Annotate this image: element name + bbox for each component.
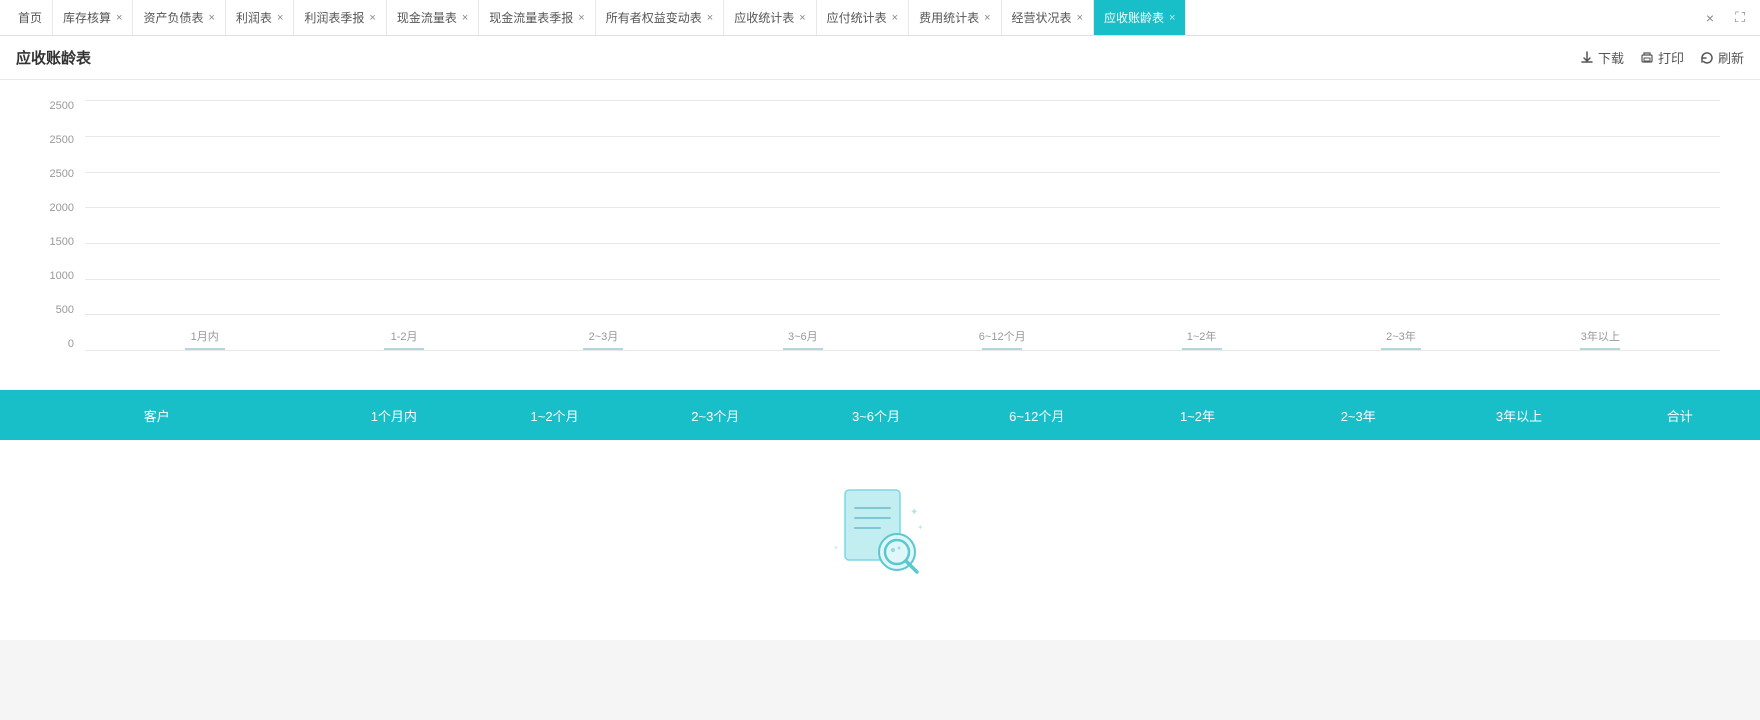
y-label-500: 500 [56,304,74,316]
download-icon [1580,51,1594,65]
tab-bar: 首页 库存核算 × 资产负债表 × 利润表 × 利润表季报 × 现金流量表 × … [0,0,1760,36]
y-label-2500c: 2500 [50,168,74,180]
download-button[interactable]: 下载 [1580,48,1624,67]
svg-text:✦: ✦ [910,507,918,518]
y-label-2500b: 2500 [50,134,74,146]
tab-close-expense-stats[interactable]: × [984,12,990,24]
tab-bar-actions: × ⛶ [1698,6,1752,30]
y-label-1500: 1500 [50,236,74,248]
th-2-3year: 2~3年 [1278,406,1439,425]
y-label-2500a: 2500 [50,100,74,112]
y-label-2000: 2000 [50,202,74,214]
tab-close-profit-quarterly[interactable]: × [369,12,375,24]
tab-expense-stats[interactable]: 费用统计表 × [909,0,1001,36]
page-header: 应收账龄表 下载 打印 刷新 [0,36,1760,80]
x-label-2-3月: 2~3月 [578,328,628,344]
chart-area: 2500 2500 2500 2000 1500 1000 500 0 [0,80,1760,390]
x-label-1月内: 1月内 [180,328,230,344]
th-2-3month: 2~3个月 [635,406,796,425]
tab-close-cashflow-quarterly[interactable]: × [578,12,584,24]
svg-text:✦: ✦ [917,523,924,532]
tab-balance-sheet[interactable]: 资产负债表 × [133,0,225,36]
tab-ar-stats[interactable]: 应收统计表 × [724,0,816,36]
tab-equity[interactable]: 所有者权益变动表 × [596,0,724,36]
tab-close-ap-stats[interactable]: × [892,12,898,24]
th-1month: 1个月内 [313,406,474,425]
tab-operations[interactable]: 经营状况表 × [1002,0,1094,36]
th-total: 合计 [1599,406,1760,425]
y-label-0: 0 [68,338,74,350]
window-close-button[interactable]: × [1698,6,1722,30]
bars-container [85,100,1720,350]
svg-text:✦: ✦ [833,544,839,552]
x-label-1-2年: 1~2年 [1177,328,1227,344]
tab-close-inventory[interactable]: × [116,12,122,24]
tab-close-balance-sheet[interactable]: × [208,12,214,24]
x-label-2-3年: 2~3年 [1376,328,1426,344]
th-6-12month: 6~12个月 [956,406,1117,425]
main-content: 2500 2500 2500 2000 1500 1000 500 0 [0,80,1760,640]
tab-cashflow-quarterly[interactable]: 现金流量表季报 × [479,0,595,36]
x-label-6-12月: 6~12个月 [977,328,1027,344]
th-1-2year: 1~2年 [1117,406,1278,425]
print-icon [1640,51,1654,65]
x-label-3-6月: 3~6月 [778,328,828,344]
tab-ap-stats[interactable]: 应付统计表 × [817,0,909,36]
window-maximize-button[interactable]: ⛶ [1728,6,1752,30]
tab-close-profit-loss[interactable]: × [277,12,283,24]
tab-close-equity[interactable]: × [707,12,713,24]
empty-state: ✦ ✦ ✦ [0,440,1760,640]
x-axis: 1月内 1-2月 2~3月 3~6月 6~12个月 1~2年 2~3年 3年以上 [85,322,1720,350]
th-3-6month: 3~6个月 [796,406,957,425]
tab-close-ar-aging[interactable]: × [1169,12,1175,24]
x-label-3年以上: 3年以上 [1575,328,1625,344]
empty-icon: ✦ ✦ ✦ [820,480,940,580]
tab-close-ar-stats[interactable]: × [799,12,805,24]
grid-line-bottom [85,350,1720,351]
tab-home[interactable]: 首页 [8,0,53,36]
tab-close-cashflow[interactable]: × [462,12,468,24]
chart-container: 2500 2500 2500 2000 1500 1000 500 0 [40,100,1720,380]
tab-profit-loss[interactable]: 利润表 × [226,0,294,36]
th-1-2month: 1~2个月 [474,406,635,425]
print-button[interactable]: 打印 [1640,48,1684,67]
empty-document-icon: ✦ ✦ ✦ [825,480,935,580]
tab-close-operations[interactable]: × [1077,12,1083,24]
refresh-button[interactable]: 刷新 [1700,48,1744,67]
chart-plot: 1月内 1-2月 2~3月 3~6月 6~12个月 1~2年 2~3年 3年以上 [85,100,1720,350]
th-3year-plus: 3年以上 [1439,406,1600,425]
table-header: 客户 1个月内 1~2个月 2~3个月 3~6个月 6~12个月 1~2年 2~… [0,390,1760,440]
page-title: 应收账龄表 [16,47,91,68]
tab-inventory[interactable]: 库存核算 × [53,0,133,36]
y-axis: 2500 2500 2500 2000 1500 1000 500 0 [40,100,80,350]
tab-profit-quarterly[interactable]: 利润表季报 × [294,0,386,36]
tab-cashflow[interactable]: 现金流量表 × [387,0,479,36]
refresh-icon [1700,51,1714,65]
header-actions: 下载 打印 刷新 [1580,48,1744,67]
tab-ar-aging[interactable]: 应收账龄表 × [1094,0,1186,36]
th-customer: 客户 [0,406,313,425]
y-label-1000: 1000 [50,270,74,282]
x-label-1-2月: 1-2月 [379,328,429,344]
